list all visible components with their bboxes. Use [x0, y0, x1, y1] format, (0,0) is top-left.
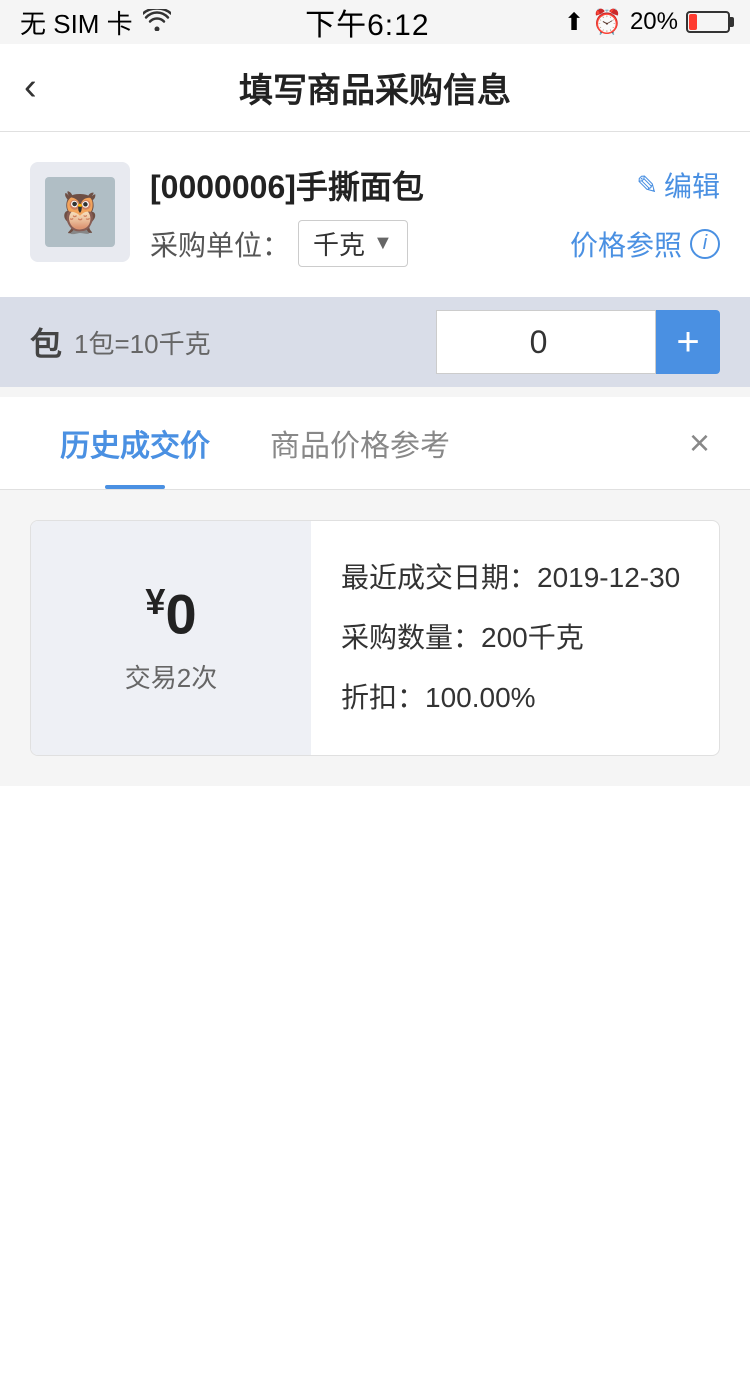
quantity-input[interactable] — [436, 310, 656, 374]
price-detail-qty: 采购数量：200千克 — [341, 617, 689, 659]
product-unit-row: 采购单位： 千克 ▼ 价格参照 i — [150, 220, 720, 267]
product-name: [0000006]手撕面包 — [150, 162, 424, 208]
bottom-space — [0, 786, 750, 1386]
battery-icon — [686, 11, 730, 33]
product-info: [0000006]手撕面包 ✎ 编辑 采购单位： 千克 ▼ 价格参照 i — [150, 162, 720, 267]
price-transactions: 交易2次 — [125, 658, 217, 695]
recent-date-value: 2019-12-30 — [537, 562, 680, 593]
price-card: ¥0 交易2次 最近成交日期：2019-12-30 采购数量：200千克 折扣：… — [30, 520, 720, 756]
product-top-row: 🦉 [0000006]手撕面包 ✎ 编辑 采购单位： 千克 ▼ — [30, 162, 720, 267]
price-detail-date: 最近成交日期：2019-12-30 — [341, 557, 689, 599]
purchase-qty-value: 200千克 — [481, 622, 584, 653]
wifi-icon — [143, 7, 171, 38]
product-card: 🦉 [0000006]手撕面包 ✎ 编辑 采购单位： 千克 ▼ — [0, 132, 750, 297]
purchase-qty-label: 采购数量： — [341, 622, 481, 653]
qty-conversion: 1包=10千克 — [74, 324, 211, 361]
unit-label: 采购单位： — [150, 224, 290, 264]
tab-price-ref-label: 商品价格参考 — [270, 430, 450, 463]
discount-label: 折扣： — [341, 682, 425, 713]
back-button[interactable]: ‹ — [24, 66, 37, 109]
price-detail-discount: 折扣：100.00% — [341, 677, 689, 719]
price-content: ¥0 交易2次 最近成交日期：2019-12-30 采购数量：200千克 折扣：… — [0, 490, 750, 786]
price-ref-info-icon: i — [690, 229, 720, 259]
battery-percent: 20% — [630, 8, 678, 36]
close-button[interactable]: × — [679, 412, 720, 474]
price-left: ¥0 交易2次 — [31, 521, 311, 755]
product-image: 🦉 — [30, 162, 130, 262]
status-right: ⬆ ⏰ 20% — [564, 8, 730, 37]
edit-button[interactable]: ✎ 编辑 — [636, 165, 720, 205]
unit-select[interactable]: 千克 ▼ — [298, 220, 408, 267]
quantity-bar: 包 1包=10千克 + — [0, 297, 750, 387]
alarm-icon: ⏰ — [592, 8, 622, 37]
edit-icon: ✎ — [636, 170, 658, 201]
quantity-unit-info: 包 1包=10千克 — [30, 319, 211, 365]
location-icon: ⬆ — [564, 8, 584, 37]
currency-symbol: ¥ — [145, 581, 165, 622]
product-thumbnail: 🦉 — [55, 189, 105, 236]
price-amount: ¥0 — [145, 581, 196, 647]
price-ref-button[interactable]: 价格参照 i — [570, 224, 720, 264]
tab-price-reference[interactable]: 商品价格参考 — [240, 397, 480, 489]
discount-value: 100.00% — [425, 682, 536, 713]
qty-unit-label: 包 — [30, 319, 62, 365]
unit-value: 千克 — [313, 225, 365, 262]
status-left: 无 SIM 卡 — [20, 4, 171, 41]
product-header: [0000006]手撕面包 ✎ 编辑 — [150, 162, 720, 208]
tabs-bar: 历史成交价 商品价格参考 × — [0, 397, 750, 490]
status-bar: 无 SIM 卡 下午6:12 ⬆ ⏰ 20% — [0, 0, 750, 44]
tabs-group: 历史成交价 商品价格参考 — [30, 397, 480, 489]
status-time: 下午6:12 — [305, 0, 429, 44]
price-right: 最近成交日期：2019-12-30 采购数量：200千克 折扣：100.00% — [311, 521, 719, 755]
unit-dropdown-arrow: ▼ — [373, 232, 393, 255]
carrier-label: 无 SIM 卡 — [20, 4, 133, 41]
page-title: 填写商品采购信息 — [239, 63, 511, 112]
price-ref-label: 价格参照 — [570, 224, 682, 264]
nav-bar: ‹ 填写商品采购信息 — [0, 44, 750, 132]
quantity-plus-button[interactable]: + — [656, 310, 720, 374]
tab-history-label: 历史成交价 — [60, 430, 210, 463]
quantity-input-group: + — [436, 310, 720, 374]
recent-date-label: 最近成交日期： — [341, 562, 537, 593]
edit-label: 编辑 — [664, 165, 720, 205]
tab-history-price[interactable]: 历史成交价 — [30, 397, 240, 489]
